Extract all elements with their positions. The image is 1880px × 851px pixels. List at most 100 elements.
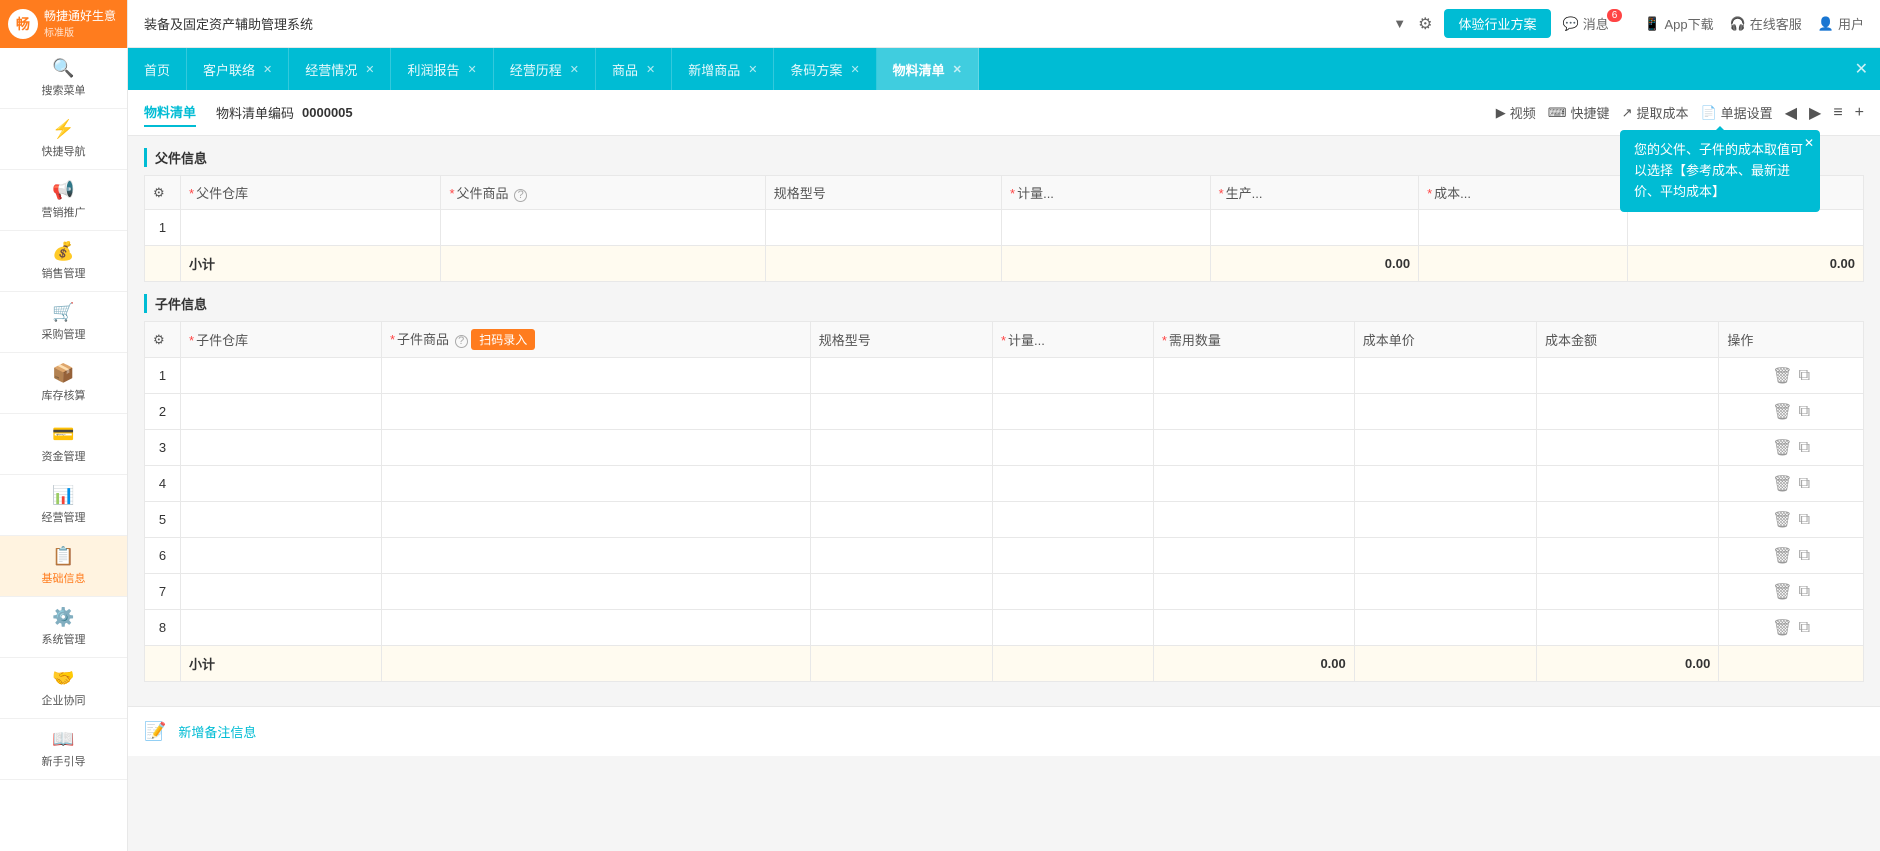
tab-profit[interactable]: 利润报告 ✕ [391,48,493,90]
child-unit-5[interactable] [992,502,1153,538]
app-download-btn[interactable]: 📱 App下载 [1644,14,1713,33]
tab-new-product[interactable]: 新增商品 ✕ [672,48,774,90]
tab-customer-close[interactable]: ✕ [263,63,272,76]
delete-icon-3[interactable]: 🗑 [1772,438,1792,458]
child-warehouse-2[interactable] [181,394,382,430]
child-warehouse-5[interactable] [181,502,382,538]
tab-new-product-close[interactable]: ✕ [748,63,757,76]
video-btn[interactable]: ▶ 视频 [1496,103,1536,122]
nav-next-btn[interactable]: ▶ [1809,103,1821,123]
scan-input-btn[interactable]: 扫码录入 [471,329,535,350]
sidebar-item-system[interactable]: ⚙️ 系统管理 [0,597,127,658]
parent-warehouse-cell[interactable] [181,210,441,246]
parent-settings-col[interactable]: ⚙ [145,176,181,210]
tab-profit-close[interactable]: ✕ [468,63,477,76]
tab-barcode-close[interactable]: ✕ [850,63,859,76]
child-unit-6[interactable] [992,538,1153,574]
child-spec-6[interactable] [810,538,992,574]
child-warehouse-3[interactable] [181,430,382,466]
copy-icon-1[interactable]: ⧉ [1799,367,1810,385]
parent-production-cell[interactable] [1210,210,1419,246]
action-icons-6[interactable]: 🗑⧉ [1727,546,1855,566]
delete-icon-2[interactable]: 🗑 [1772,402,1792,422]
parent-unit-cell[interactable] [1002,210,1211,246]
single-settings-btn[interactable]: 📄 单据设置 [1700,103,1772,122]
child-spec-1[interactable] [810,358,992,394]
child-product-4[interactable] [381,466,810,502]
sidebar-item-marketing[interactable]: 📢 营销推广 [0,170,127,231]
action-icons-7[interactable]: 🗑⧉ [1727,582,1855,602]
child-qty-3[interactable] [1153,430,1354,466]
child-product-5[interactable] [381,502,810,538]
delete-icon-6[interactable]: 🗑 [1772,546,1792,566]
sidebar-item-base-info[interactable]: 📋 基础信息 [0,536,127,597]
parent-product-cell[interactable] [441,210,765,246]
child-spec-5[interactable] [810,502,992,538]
child-unit-price-8[interactable] [1354,610,1536,646]
sidebar-item-quick-nav[interactable]: ⚡ 快捷导航 [0,109,127,170]
sidebar-item-management[interactable]: 📊 经营管理 [0,475,127,536]
child-unit-price-6[interactable] [1354,538,1536,574]
copy-icon-7[interactable]: ⧉ [1799,583,1810,601]
child-warehouse-6[interactable] [181,538,382,574]
delete-icon-8[interactable]: 🗑 [1772,618,1792,638]
delete-icon-7[interactable]: 🗑 [1772,582,1792,602]
delete-icon-1[interactable]: 🗑 [1772,366,1792,386]
sidebar-item-search[interactable]: 🔍 搜索菜单 [0,48,127,109]
child-settings-col[interactable]: ⚙ [145,322,181,358]
action-icons-1[interactable]: 🗑⧉ [1727,366,1855,386]
child-unit-price-5[interactable] [1354,502,1536,538]
copy-icon-6[interactable]: ⧉ [1799,547,1810,565]
child-unit-1[interactable] [992,358,1153,394]
tab-home[interactable]: 首页 [128,48,187,90]
tab-operation-close[interactable]: ✕ [365,63,374,76]
grid-view-btn[interactable]: ≡ [1833,104,1842,122]
child-warehouse-4[interactable] [181,466,382,502]
sidebar-item-enterprise[interactable]: 🤝 企业协同 [0,658,127,719]
copy-icon-3[interactable]: ⧉ [1799,439,1810,457]
child-unit-2[interactable] [992,394,1153,430]
child-qty-1[interactable] [1153,358,1354,394]
action-icons-2[interactable]: 🗑⧉ [1727,402,1855,422]
delete-icon-5[interactable]: 🗑 [1772,510,1792,530]
action-icons-8[interactable]: 🗑⧉ [1727,618,1855,638]
tab-customer[interactable]: 客户联络 ✕ [187,48,289,90]
child-spec-3[interactable] [810,430,992,466]
experience-btn[interactable]: 体验行业方案 [1444,9,1550,38]
child-warehouse-1[interactable] [181,358,382,394]
copy-icon-8[interactable]: ⧉ [1799,619,1810,637]
user-btn[interactable]: 👤 用户 [1818,14,1864,33]
child-product-3[interactable] [381,430,810,466]
child-qty-2[interactable] [1153,394,1354,430]
message-btn[interactable]: 💬 消息 6 [1563,14,1629,33]
nav-close-all[interactable]: ✕ [1843,48,1880,90]
tab-product[interactable]: 商品 ✕ [596,48,672,90]
action-icons-4[interactable]: 🗑⧉ [1727,474,1855,494]
online-service-btn[interactable]: 🎧 在线客服 [1730,14,1802,33]
copy-icon-5[interactable]: ⧉ [1799,511,1810,529]
child-spec-2[interactable] [810,394,992,430]
delete-icon-4[interactable]: 🗑 [1772,474,1792,494]
child-warehouse-7[interactable] [181,574,382,610]
child-unit-price-4[interactable] [1354,466,1536,502]
extract-cost-btn[interactable]: ↗ 提取成本 [1622,103,1689,122]
parent-cost-cell[interactable] [1419,210,1628,246]
tab-history[interactable]: 经营历程 ✕ [494,48,596,90]
nav-prev-btn[interactable]: ◀ [1785,103,1797,123]
sub-tab-bom-list[interactable]: 物料清单 [144,98,196,127]
child-spec-7[interactable] [810,574,992,610]
copy-icon-4[interactable]: ⧉ [1799,475,1810,493]
child-product-2[interactable] [381,394,810,430]
child-unit-8[interactable] [992,610,1153,646]
tab-product-close[interactable]: ✕ [646,63,655,76]
copy-icon-2[interactable]: ⧉ [1799,403,1810,421]
child-warehouse-8[interactable] [181,610,382,646]
child-spec-4[interactable] [810,466,992,502]
shortcut-btn[interactable]: ⌨ 快捷键 [1548,103,1610,122]
child-qty-6[interactable] [1153,538,1354,574]
child-unit-price-1[interactable] [1354,358,1536,394]
child-spec-8[interactable] [810,610,992,646]
settings-icon[interactable]: ⚙ [1418,14,1432,34]
bottom-add-label[interactable]: 新增备注信息 [178,722,256,741]
parent-product-info-icon[interactable]: ? [514,189,527,202]
